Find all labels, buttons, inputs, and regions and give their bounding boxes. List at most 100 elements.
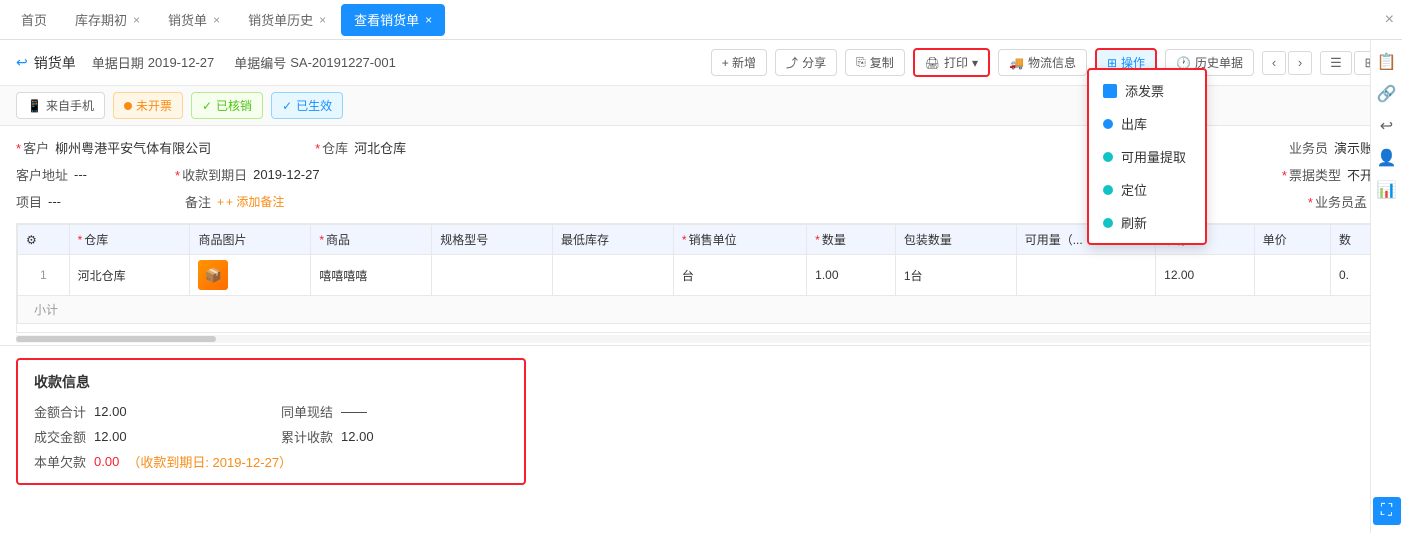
sidebar-icon-user[interactable]: 👤 <box>1373 144 1401 172</box>
share-icon: ⤴ <box>786 54 798 71</box>
sidebar-icon-link[interactable]: 🔗 <box>1373 80 1401 108</box>
effective-check-icon: ✓ <box>282 99 292 113</box>
list-view-button[interactable]: ☰ <box>1320 51 1352 75</box>
from-phone-button[interactable]: 📱 来自手机 <box>16 92 105 119</box>
tab-inventory[interactable]: 库存期初 × <box>62 4 153 36</box>
dot-orange <box>124 102 132 110</box>
bottom-panel: 收款信息 金额合计 12.00 同单现结 —— 成交金额 12.00 <box>0 345 1402 497</box>
doc-meta: 单据日期 2019-12-27 单据编号 SA-20191227-001 <box>92 53 396 72</box>
tab-view-sales-close[interactable]: × <box>425 13 432 27</box>
doc-title: ↩ 销货单 <box>16 53 76 73</box>
window-close-button[interactable]: × <box>1385 11 1394 29</box>
new-button[interactable]: + 新增 <box>711 49 767 76</box>
same-order-row: 同单现结 —— <box>281 402 508 421</box>
refresh-dot <box>1103 218 1113 228</box>
dropdown-available-qty[interactable]: 可用量提取 <box>1089 140 1205 173</box>
tab-inventory-close[interactable]: × <box>133 13 140 27</box>
deal-amount-value: 12.00 <box>94 429 127 444</box>
row-qty: 1.00 <box>807 255 896 296</box>
row-unit: 台 <box>673 255 806 296</box>
this-owe-label: 本单欠款 <box>34 452 86 471</box>
row-num: 1 <box>18 255 70 296</box>
sidebar-icon-return[interactable]: ↩ <box>1373 112 1401 140</box>
th-product-img: 商品图片 <box>190 225 311 255</box>
logistics-button[interactable]: 🚚 物流信息 <box>998 49 1087 76</box>
tab-sales-label: 销货单 <box>168 10 207 29</box>
doc-num-value: SA-20191227-001 <box>290 55 396 70</box>
print-button[interactable]: 🖨 打印 ▾ <box>913 48 990 77</box>
warehouse-field: 仓库 河北仓库 <box>315 138 406 157</box>
tab-sales[interactable]: 销货单 × <box>155 4 233 36</box>
row-stock: 12.00 <box>1156 255 1255 296</box>
tab-sales-history-close[interactable]: × <box>319 13 326 27</box>
sidebar-icon-clipboard[interactable]: 📋 <box>1373 48 1401 76</box>
sidebar-icon-expand[interactable]: ⛶ <box>1373 497 1401 525</box>
tab-home-label: 首页 <box>21 10 47 29</box>
payment-title: 收款信息 <box>34 372 508 392</box>
cumulative-label: 累计收款 <box>281 427 333 446</box>
tab-sales-close[interactable]: × <box>213 13 220 27</box>
tab-view-sales-label: 查看销货单 <box>354 10 419 29</box>
add-invoice-label: 添发票 <box>1125 81 1164 100</box>
deal-amount-label: 成交金额 <box>34 427 86 446</box>
address-value: --- <box>74 167 87 182</box>
dropdown-add-invoice[interactable]: 添发票 <box>1089 74 1205 107</box>
sidebar-icon-chart[interactable]: 📊 <box>1373 176 1401 204</box>
refresh-label: 刷新 <box>1121 213 1147 232</box>
note-label: 备注 <box>185 192 211 211</box>
copy-button[interactable]: ⎘ 复制 <box>845 49 905 76</box>
th-spec: 规格型号 <box>432 225 553 255</box>
due-date-field: 收款到期日 2019-12-27 <box>175 165 320 184</box>
cumulative-row: 累计收款 12.00 <box>281 427 508 446</box>
product-img-icon: 📦 <box>205 267 222 284</box>
doc-title-icon: ↩ <box>16 54 28 71</box>
address-label: 客户地址 <box>16 165 68 184</box>
available-qty-dot <box>1103 152 1113 162</box>
th-warehouse: 仓库 <box>69 225 190 255</box>
dropdown-locate[interactable]: 定位 <box>1089 173 1205 206</box>
not-open-button[interactable]: 未开票 <box>113 92 183 119</box>
doc-title-text: 销货单 <box>34 53 76 73</box>
note-field: 备注 + + 添加备注 <box>185 192 284 211</box>
tab-sales-history-label: 销货单历史 <box>248 10 313 29</box>
doc-num-item: 单据编号 SA-20191227-001 <box>234 53 396 72</box>
ticket-type-label: 票据类型 <box>1282 165 1341 184</box>
this-owe-row: 本单欠款 0.00 （收款到期日: 2019-12-27） <box>34 452 508 471</box>
print-icon: 🖨 <box>925 56 940 70</box>
due-date-value: 2019-12-27 <box>253 167 320 182</box>
outbound-dot <box>1103 119 1113 129</box>
th-settings[interactable]: ⚙ <box>18 225 70 255</box>
tab-view-sales[interactable]: 查看销货单 × <box>341 4 445 36</box>
cumulative-value: 12.00 <box>341 429 374 444</box>
customer-value: 柳州粤港平安气体有限公司 <box>55 138 211 157</box>
dropdown-outbound[interactable]: 出库 <box>1089 107 1205 140</box>
available-qty-label: 可用量提取 <box>1121 147 1186 166</box>
toolbar: + 新增 ⤴ 分享 ⎘ 复制 🖨 打印 ▾ 🚚 物流信息 <box>711 48 1386 77</box>
tab-sales-history[interactable]: 销货单历史 × <box>235 4 339 36</box>
prev-arrow[interactable]: ‹ <box>1262 51 1286 75</box>
next-arrow[interactable]: › <box>1288 51 1312 75</box>
scroll-thumb[interactable] <box>16 336 216 342</box>
project-value: --- <box>48 194 61 209</box>
th-product: 商品 <box>311 225 432 255</box>
dropdown-refresh[interactable]: 刷新 <box>1089 206 1205 239</box>
scroll-bar[interactable] <box>16 335 1386 343</box>
table-row: 1 河北仓库 📦 嘻嘻嘻嘻 台 1.00 1台 <box>18 255 1385 296</box>
tab-home[interactable]: 首页 <box>8 4 60 36</box>
project-label: 项目 <box>16 192 42 211</box>
locate-label: 定位 <box>1121 180 1147 199</box>
right-sidebar: 📋 🔗 ↩ 👤 📊 ⛶ <box>1370 40 1402 533</box>
operations-dropdown: 添发票 出库 可用量提取 定位 刷新 <box>1087 68 1207 245</box>
product-image: 📦 <box>198 260 228 290</box>
doc-num-label: 单据编号 <box>234 53 286 72</box>
deal-amount-row: 成交金额 12.00 <box>34 427 261 446</box>
total-amount-value: 12.00 <box>94 404 127 419</box>
add-note-button[interactable]: + + 添加备注 <box>217 193 284 210</box>
locate-dot <box>1103 185 1113 195</box>
effective-button[interactable]: ✓ 已生效 <box>271 92 343 119</box>
verified-button[interactable]: ✓ 已核销 <box>191 92 263 119</box>
copy-icon: ⎘ <box>856 55 866 70</box>
share-button[interactable]: ⤴ 分享 <box>775 49 837 76</box>
outbound-label: 出库 <box>1121 114 1147 133</box>
nav-arrows: ‹ › <box>1262 51 1312 75</box>
